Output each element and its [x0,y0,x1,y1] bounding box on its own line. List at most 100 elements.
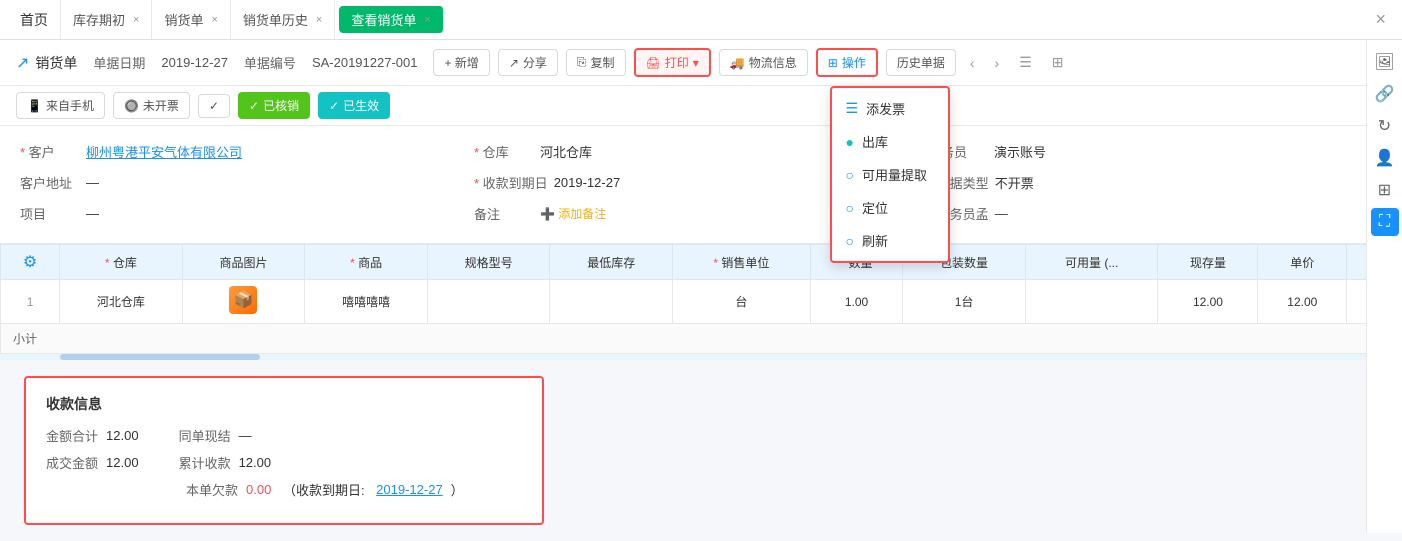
project-field: 项目 — [20,204,474,223]
row-available [1025,280,1158,324]
not-open-label: 未开票 [143,97,179,114]
sidebar-image-icon[interactable]: 🖼 [1371,48,1399,76]
copy-icon: ⎘ [577,55,587,70]
row-image [182,280,305,324]
close-sales-order-history[interactable]: × [316,14,322,26]
share-button[interactable]: ↗ 分享 [498,49,558,76]
document-header: ↗ 销货单 单据日期 2019-12-27 单据编号 SA-20191227-0… [0,40,1402,86]
dropdown-available-qty[interactable]: ○ 可用量提取 [832,158,948,191]
print-dropdown-arrow: ▾ [693,56,699,70]
row-warehouse: 河北仓库 [60,280,183,324]
same-order-item: 同单现结 — [179,426,252,445]
history-button[interactable]: 历史单据 [886,49,956,76]
logistics-button[interactable]: 🚚 物流信息 [719,49,808,76]
sidebar-link-icon[interactable]: 🔗 [1371,80,1399,108]
subtotal-row: 小计 [1,324,1402,354]
min-stock-column-header: 最低库存 [550,245,673,280]
row-pack-qty: 1台 [903,280,1026,324]
already-cancelled-button[interactable]: ✓ 已核销 [238,92,310,119]
staff2-value: — [995,206,1008,221]
doc-title-text: 销货单 [35,53,77,73]
new-button[interactable]: + 新增 [433,49,489,76]
view-grid[interactable]: ⊞ [1046,50,1070,75]
cumulative-label: 累计收款 [179,453,231,472]
staff-field: 业务员 演示账号 [928,142,1382,161]
subtotal-label: 小计 [1,324,1402,354]
dropdown-locate[interactable]: ○ 定位 [832,191,948,224]
not-open-button[interactable]: 🔘 未开票 [113,92,190,119]
row-unit: 台 [673,280,811,324]
customer-label: 客户 [20,142,80,161]
view-list[interactable]: ☰ [1013,50,1038,75]
from-phone-button[interactable]: 📱 来自手机 [16,92,105,119]
doc-meta: 单据日期 2019-12-27 单据编号 SA-20191227-001 [93,53,417,72]
tab-sales-order[interactable]: 销货单 × [152,0,230,39]
transaction-item: 成交金额 12.00 [46,453,139,472]
tab-sales-order-history[interactable]: 销货单历史 × [231,0,335,39]
doc-no-label: 单据编号 [244,53,296,72]
dropdown-outbound[interactable]: ● 出库 [832,125,948,158]
staff2-field: 业务员孟 — [928,204,1382,223]
staff-value: 演示账号 [994,142,1046,161]
already-effective-button[interactable]: ✓ 已生效 [318,92,390,119]
nav-next[interactable]: › [989,51,1006,75]
doc-actions-wrap: + 新增 ↗ 分享 ⎘ 复制 🖨 打印 ▾ 🚚 物流信息 ⊞ 操作 [433,48,1069,77]
project-value: — [86,206,99,221]
dropdown-refresh[interactable]: ○ 刷新 [832,224,948,257]
tab-view-sales-order[interactable]: 查看销货单 × [339,6,443,33]
doc-no-value: SA-20191227-001 [312,55,418,70]
stock-column-header: 现存量 [1158,245,1258,280]
check-button[interactable]: ✓ [198,94,230,118]
date-label: 单据日期 [93,53,145,72]
already-effective-label: 已生效 [343,97,379,114]
toolbar-row: 📱 来自手机 🔘 未开票 ✓ ✓ 已核销 ✓ 已生效 [0,86,1402,126]
tab-inventory-init[interactable]: 库存期初 × [61,0,152,39]
add-note-button[interactable]: ➕ 添加备注 [540,205,606,222]
operations-button[interactable]: ⊞ 操作 [816,48,878,77]
sidebar-expand-icon[interactable]: ⛶ [1371,208,1399,236]
transaction-label: 成交金额 [46,453,98,472]
nav-prev[interactable]: ‹ [964,51,981,75]
sidebar-user-icon[interactable]: 👤 [1371,144,1399,172]
row-unit-price: 12.00 [1258,280,1347,324]
info-row-3: 本单欠款 0.00 （收款到期日: 2019-12-27 ） [46,480,522,499]
total-amount-value: 12.00 [106,428,139,443]
product-table-wrap: ⚙ 仓库 商品图片 商品 规格型号 最低库存 销售单位 数量 包装数量 可用量 … [0,244,1402,360]
table-row: 1 河北仓库 嘻嘻嘻嘻 台 1.00 1台 12.00 12.00 0. [1,280,1402,324]
address-field: 客户地址 — [20,173,474,192]
history-label: 历史单据 [897,54,945,71]
due-date-value[interactable]: 2019-12-27 [376,482,443,497]
print-button[interactable]: 🖨 打印 ▾ [634,48,711,77]
close-view-sales-order[interactable]: × [424,14,430,26]
tab-bar-close-button[interactable]: × [1367,9,1394,30]
ticket-type-field: 票据类型 不开票 [928,173,1382,192]
row-product: 嘻嘻嘻嘻 [305,280,428,324]
already-cancelled-label: 已核销 [263,97,299,114]
outstanding-item: 本单欠款 0.00 （收款到期日: 2019-12-27 ） [186,480,464,499]
settings-column-header[interactable]: ⚙ [1,245,60,280]
main-area: ↗ 销货单 单据日期 2019-12-27 单据编号 SA-20191227-0… [0,40,1402,541]
sales-order-icon: ↗ [16,53,29,73]
share-icon: ↗ [509,56,519,70]
print-label: 打印 [665,54,689,71]
print-icon: 🖨 [646,56,661,70]
row-stock: 12.00 [1158,280,1258,324]
close-sales-order[interactable]: × [211,14,217,26]
customer-value[interactable]: 柳州粤港平安气体有限公司 [86,142,242,161]
copy-button[interactable]: ⎘ 复制 [566,49,626,76]
tab-home[interactable]: 首页 [8,0,61,39]
row-num: 1 [1,280,60,324]
warehouse-label: 仓库 [474,142,534,161]
same-order-label: 同单现结 [179,426,231,445]
available-qty-icon: ○ [846,167,854,183]
project-label: 项目 [20,204,80,223]
close-inventory-init[interactable]: × [133,14,139,26]
sidebar-rotate-icon[interactable]: ↻ [1371,112,1399,140]
form-area: 客户 柳州粤港平安气体有限公司 仓库 河北仓库 业务员 演示账号 客户地址 — … [0,126,1402,244]
unit-price-column-header: 单价 [1258,245,1347,280]
dropdown-add-invoice[interactable]: ☰ 添发票 [832,92,948,125]
image-column-header: 商品图片 [182,245,305,280]
sidebar-grid-icon[interactable]: ⊞ [1371,176,1399,204]
from-phone-label: 来自手机 [46,97,94,114]
ticket-type-value: 不开票 [995,173,1034,192]
